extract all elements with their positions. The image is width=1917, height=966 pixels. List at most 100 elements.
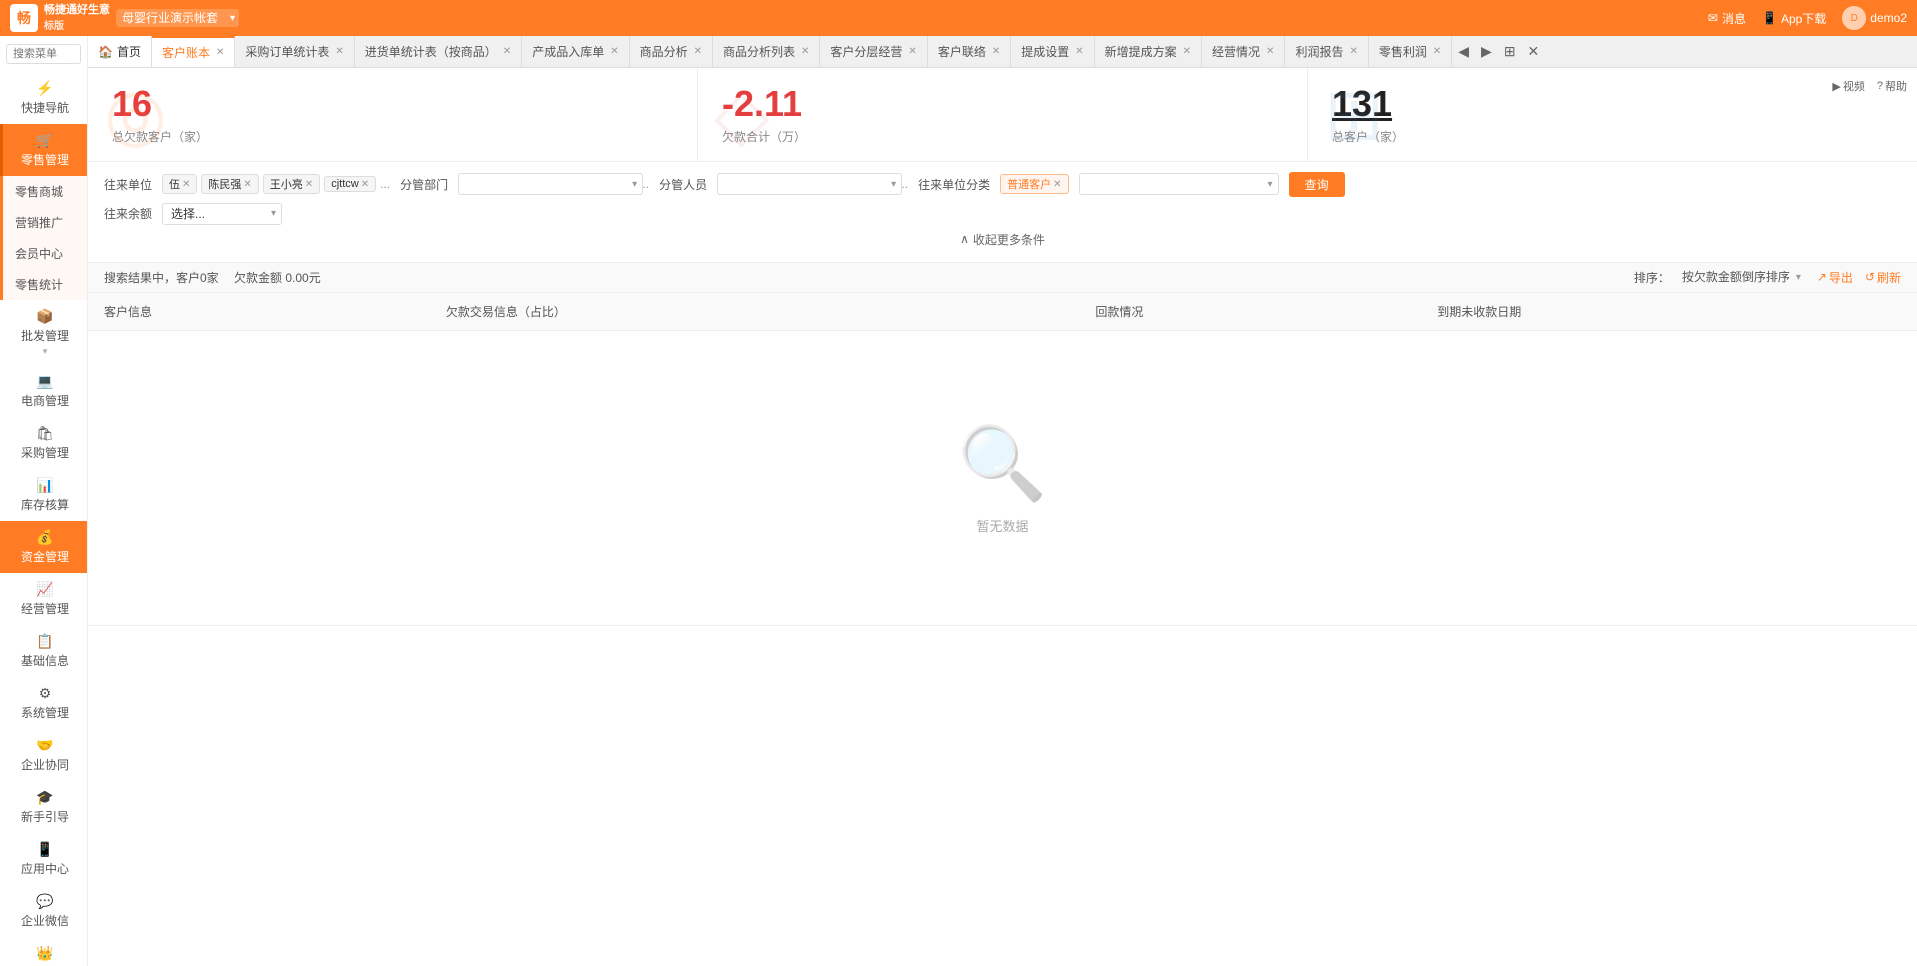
tab-retail-profit[interactable]: 零售利润 ✕ (1369, 36, 1452, 68)
tab-customer-book-close[interactable]: ✕ (216, 47, 224, 58)
tab-customer-book-label: 客户账本 (162, 44, 210, 61)
export-btn[interactable]: ↗ 导出 (1817, 269, 1853, 286)
tab-product-inbound[interactable]: 产成品入库单 ✕ (522, 36, 629, 68)
collapse-btn[interactable]: ∧ 收起更多条件 (960, 231, 1045, 248)
tab-next-btn[interactable]: ▶ (1475, 36, 1498, 68)
dept-select-wrap[interactable] (458, 173, 643, 195)
help-btn[interactable]: ? 帮助 (1877, 78, 1907, 94)
category-tag-close[interactable]: ✕ (1053, 179, 1061, 190)
sidebar-item-marketing[interactable]: 营销推广 (3, 207, 87, 238)
export-label: 导出 (1829, 269, 1853, 286)
sidebar-item-retail-mgmt[interactable]: 🛒 零售管理 (0, 124, 87, 176)
basic-info-icon: 📋 (36, 633, 53, 650)
filter-section: 往来单位 伍 ✕ 陈民强 ✕ 王小亮 (88, 162, 1917, 263)
tab-product-list[interactable]: 商品分析列表 ✕ (713, 36, 820, 68)
wechat-icon: 💬 (36, 893, 53, 910)
category-select-wrap[interactable] (1079, 173, 1279, 195)
sidebar-item-quick-nav[interactable]: ⚡ 快捷导航 (0, 72, 87, 124)
sidebar-item-member[interactable]: 会员中心 (3, 238, 87, 269)
sidebar-item-system[interactable]: ⚙ 系统管理 (0, 677, 87, 729)
unit-filter-label: 往来单位 (104, 176, 152, 193)
tab-business[interactable]: 经营情况 ✕ (1202, 36, 1285, 68)
unit-tag-cj-close[interactable]: ✕ (361, 179, 369, 190)
sidebar-item-inventory[interactable]: 📊 库存核算 (0, 469, 87, 521)
sidebar-item-enterprise-collab[interactable]: 🤝 企业协同 (0, 729, 87, 781)
tab-profit-close[interactable]: ✕ (1349, 46, 1357, 57)
tab-product-list-close[interactable]: ✕ (801, 46, 809, 57)
tab-profit[interactable]: 利润报告 ✕ (1285, 36, 1368, 68)
sidebar-item-retail-stats[interactable]: 零售统计 (3, 269, 87, 300)
unit-tag-wang-close[interactable]: ✕ (305, 179, 313, 190)
tab-close-all-btn[interactable]: ✕ (1522, 36, 1546, 68)
video-btn[interactable]: ▶ 视频 (1832, 78, 1864, 94)
tab-inbound[interactable]: 进货单统计表（按商品） ✕ (355, 36, 522, 68)
person-input[interactable] (717, 173, 902, 195)
unit-tag-chen-close[interactable]: ✕ (243, 179, 251, 190)
tab-purchase-stats-close[interactable]: ✕ (335, 46, 343, 57)
tab-new-promotion[interactable]: 新增提成方案 ✕ (1095, 36, 1202, 68)
sort-select-wrap[interactable]: 按欠款金额倒序排序 (1682, 270, 1805, 284)
remainder-select-wrap[interactable]: 选择... (162, 203, 282, 225)
tab-product-analysis[interactable]: 商品分析 ✕ (630, 36, 713, 68)
sidebar-item-wechat[interactable]: 💬 企业微信 (0, 885, 87, 937)
tab-customer-tier[interactable]: 客户分层经营 ✕ (820, 36, 927, 68)
stat-card-total-customers: ▶ 视频 ? 帮助 ⊞ 131 总客户（家） (1308, 68, 1917, 161)
tab-new-promotion-close[interactable]: ✕ (1183, 46, 1191, 57)
sidebar-item-purchase[interactable]: 🛍 采购管理 (0, 417, 87, 469)
person-select-wrap[interactable] (717, 173, 902, 195)
message-btn[interactable]: ✉ 消息 (1708, 10, 1746, 27)
sidebar-item-retail-mall[interactable]: 零售商城 (3, 176, 87, 207)
tab-product-analysis-close[interactable]: ✕ (694, 46, 702, 57)
sidebar-search-input[interactable] (6, 44, 81, 64)
sidebar-item-wholesale[interactable]: 📦 批发管理 ▾ (0, 300, 87, 365)
tab-customer-contact-close[interactable]: ✕ (992, 46, 1000, 57)
sidebar-item-newbie[interactable]: 🎓 新手引导 (0, 781, 87, 833)
user-avatar: D (1842, 6, 1866, 30)
unit-tag-chen-text: 陈民强 (208, 176, 241, 192)
sidebar-item-ecommerce[interactable]: 💻 电商管理 (0, 365, 87, 417)
tab-product-inbound-close[interactable]: ✕ (610, 46, 618, 57)
sidebar-item-finance[interactable]: 💰 资金管理 (0, 521, 87, 573)
unit-tag-more[interactable]: ... (380, 177, 390, 191)
tab-purchase-stats[interactable]: 采购订单统计表 ✕ (235, 36, 354, 68)
stat-bg-diamond: ◇ (714, 72, 769, 156)
top-bar-right: ✉ 消息 📱 App下载 D demo2 (1708, 6, 1907, 30)
refresh-label: 刷新 (1877, 269, 1901, 286)
app-download-btn[interactable]: 📱 App下载 (1762, 10, 1826, 27)
dept-input[interactable] (458, 173, 643, 195)
remainder-select[interactable]: 选择... (162, 203, 282, 225)
sidebar-item-basic-info[interactable]: 📋 基础信息 (0, 625, 87, 677)
category-select[interactable] (1079, 173, 1279, 195)
sidebar-search-wrap[interactable] (0, 36, 87, 72)
sidebar: ⚡ 快捷导航 🛒 零售管理 零售商城 营销推广 会员中心 零售统计 📦 批发管理… (0, 36, 88, 966)
operations-icon: 📈 (36, 581, 53, 598)
unit-tag-cj-text: cjttcw (331, 178, 359, 190)
tab-retail-profit-close[interactable]: ✕ (1433, 46, 1441, 57)
tab-customer-book[interactable]: 客户账本 ✕ (152, 36, 235, 68)
tab-prev-btn[interactable]: ◀ (1452, 36, 1475, 68)
query-button[interactable]: 查询 (1289, 172, 1345, 197)
tenant-selector-wrap[interactable]: 母婴行业演示帐套 (110, 9, 239, 27)
stat-card-amount: ◇ -2.11 欠款合计（万） (698, 68, 1308, 161)
sort-select[interactable]: 按欠款金额倒序排序 (1682, 270, 1805, 284)
newbie-icon: 🎓 (36, 789, 53, 806)
tab-promotion-settings[interactable]: 提成设置 ✕ (1011, 36, 1094, 68)
tab-menu-btn[interactable]: ⊞ (1498, 36, 1522, 68)
tab-business-close[interactable]: ✕ (1266, 46, 1274, 57)
tab-customer-tier-close[interactable]: ✕ (908, 46, 916, 57)
tab-profit-label: 利润报告 (1295, 43, 1343, 60)
tab-customer-contact[interactable]: 客户联络 ✕ (928, 36, 1011, 68)
sidebar-item-vip[interactable]: 👑 畅会员 (0, 937, 87, 966)
tab-promotion-close[interactable]: ✕ (1075, 46, 1083, 57)
refresh-btn[interactable]: ↺ 刷新 (1865, 269, 1901, 286)
user-profile[interactable]: D demo2 (1842, 6, 1907, 30)
tenant-selector[interactable]: 母婴行业演示帐套 (116, 9, 239, 27)
tab-home[interactable]: 🏠 首页 (88, 36, 152, 68)
sidebar-item-app-center[interactable]: 📱 应用中心 (0, 833, 87, 885)
dept-filter-label: 分管部门 (400, 176, 448, 193)
sidebar-item-operations[interactable]: 📈 经营管理 (0, 573, 87, 625)
unit-tag-wu-close[interactable]: ✕ (182, 179, 190, 190)
app-label: App下载 (1781, 10, 1826, 27)
ecommerce-label: 电商管理 (21, 392, 69, 409)
tab-inbound-close[interactable]: ✕ (503, 46, 511, 57)
